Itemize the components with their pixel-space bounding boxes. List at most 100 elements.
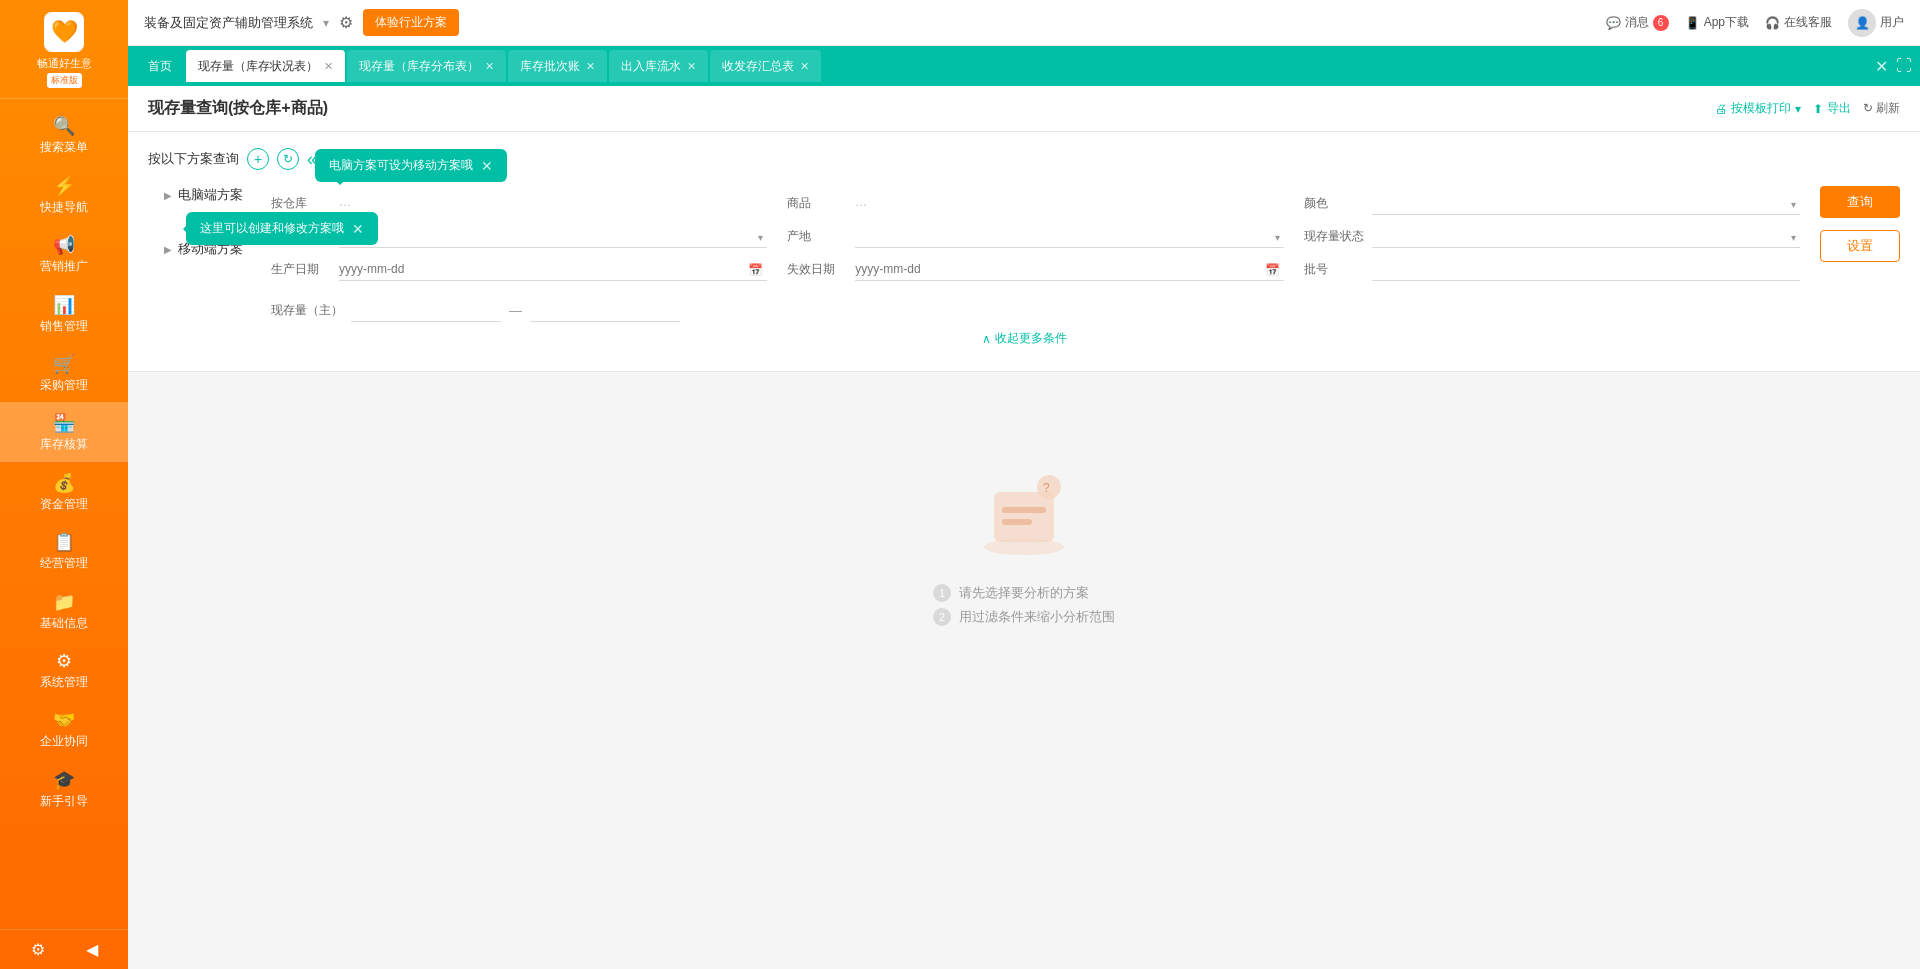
- tab-close-all-btn[interactable]: ✕: [1875, 57, 1888, 76]
- print-icon: 🖨: [1715, 102, 1727, 116]
- enterprise-icon: 🤝: [53, 709, 75, 731]
- warehouse-dots[interactable]: ···: [339, 196, 351, 212]
- tab-in-out-flow-close[interactable]: ✕: [687, 60, 696, 73]
- tab-batch-account-close[interactable]: ✕: [586, 60, 595, 73]
- logo-badge: 标准版: [47, 73, 82, 88]
- search-btn[interactable]: 查询: [1820, 186, 1900, 218]
- sidebar-item-enterprise[interactable]: 🤝 企业协同: [0, 699, 128, 758]
- exp-date-label: 失效日期: [787, 261, 847, 278]
- setup-btn[interactable]: 设置: [1820, 230, 1900, 262]
- collapse-label: 收起更多条件: [995, 330, 1067, 347]
- main-area: 装备及固定资产辅助管理系统 ▾ ⚙ 体验行业方案 💬 消息 6 📱 App下载 …: [128, 0, 1920, 969]
- app-download-icon: 📱: [1685, 16, 1700, 30]
- app-download-action[interactable]: 📱 App下载: [1685, 14, 1749, 31]
- tab-recv-send[interactable]: 收发存汇总表 ✕: [710, 50, 821, 82]
- collapse-bar[interactable]: ∧ 收起更多条件: [148, 322, 1900, 355]
- online-service-icon: 🎧: [1765, 16, 1780, 30]
- sidebar-footer: ⚙ ◀: [0, 929, 128, 969]
- step-1-text: 请先选择要分析的方案: [959, 584, 1089, 602]
- exp-date-input[interactable]: [855, 258, 1283, 281]
- filter-row-goods: 商品 ···: [787, 192, 1283, 215]
- content-area: 现存量查询(按仓库+商品) 🖨 按模板打印 ▾ ⬆ 导出 ↻ 刷新: [128, 86, 1920, 969]
- stock-status-select-wrapper: ▾: [1372, 225, 1800, 248]
- svg-rect-2: [1002, 507, 1046, 513]
- sidebar-item-system[interactable]: ⚙ 系统管理: [0, 640, 128, 699]
- filter-row-origin: 产地 ▾: [787, 225, 1283, 248]
- stock-main-max-input[interactable]: [530, 299, 680, 322]
- tooltip-pc-close[interactable]: ✕: [481, 158, 493, 174]
- size-select-wrapper: ▾: [339, 225, 767, 248]
- tab-batch-account[interactable]: 库存批次账 ✕: [508, 50, 607, 82]
- tooltip-create-close[interactable]: ✕: [352, 221, 364, 237]
- message-action[interactable]: 💬 消息 6: [1606, 14, 1669, 31]
- tab-inventory-status[interactable]: 现存量（库存状况表） ✕: [186, 50, 345, 82]
- settings-icon[interactable]: ⚙: [339, 13, 353, 32]
- sidebar-item-operations[interactable]: 📋 经营管理: [0, 521, 128, 580]
- sidebar-item-quick-nav[interactable]: ⚡ 快捷导航: [0, 165, 128, 224]
- color-select-wrapper: ▾: [1372, 192, 1800, 215]
- quick-nav-icon: ⚡: [53, 175, 75, 197]
- sidebar-item-basic-info[interactable]: 📁 基础信息: [0, 581, 128, 640]
- goods-dots[interactable]: ···: [855, 196, 867, 212]
- sidebar-item-finance[interactable]: 💰 资金管理: [0, 462, 128, 521]
- tab-inventory-dist-close[interactable]: ✕: [485, 60, 494, 73]
- user-action[interactable]: 👤 用户: [1848, 9, 1904, 37]
- empty-step-1: 1 请先选择要分析的方案: [933, 584, 1115, 602]
- message-icon: 💬: [1606, 16, 1621, 30]
- mfg-date-wrapper: 📅: [339, 258, 767, 281]
- sidebar-item-purchase[interactable]: 🛒 采购管理: [0, 343, 128, 402]
- tab-bar-right: ✕ ⛶: [1875, 57, 1912, 76]
- stock-status-label: 现存量状态: [1304, 228, 1364, 245]
- tab-inventory-status-label: 现存量（库存状况表）: [198, 58, 318, 75]
- sidebar-item-guide[interactable]: 🎓 新手引导: [0, 759, 128, 818]
- tab-maximize-btn[interactable]: ⛶: [1896, 57, 1912, 75]
- step-2-text: 用过滤条件来缩小分析范围: [959, 608, 1115, 626]
- online-service-action[interactable]: 🎧 在线客服: [1765, 14, 1832, 31]
- tab-batch-account-label: 库存批次账: [520, 58, 580, 75]
- guide-icon: 🎓: [53, 769, 75, 791]
- sidebar: 🧡 畅通好生意 标准版 🔍 搜索菜单 ⚡ 快捷导航 📢 营销推广 📊 销售管理 …: [0, 0, 128, 969]
- filter-grid: 按仓库 ··· 商品 ··· 颜色 ▾: [271, 192, 1800, 322]
- filter-refresh-btn[interactable]: ↻: [277, 148, 299, 170]
- sidebar-item-search[interactable]: 🔍 搜索菜单: [0, 105, 128, 164]
- tab-bar: 首页 现存量（库存状况表） ✕ 现存量（库存分布表） ✕ 库存批次账 ✕ 出入库…: [128, 46, 1920, 86]
- mfg-date-input[interactable]: [339, 258, 767, 281]
- footer-settings-btn[interactable]: ⚙: [31, 940, 45, 959]
- header-right: 💬 消息 6 📱 App下载 🎧 在线客服 👤 用户: [1606, 9, 1904, 37]
- user-name: 用户: [1880, 14, 1904, 31]
- footer-collapse-btn[interactable]: ◀: [86, 940, 98, 959]
- exp-date-wrapper: 📅: [855, 258, 1283, 281]
- tab-recv-send-close[interactable]: ✕: [800, 60, 809, 73]
- tab-in-out-flow[interactable]: 出入库流水 ✕: [609, 50, 708, 82]
- tab-inventory-dist[interactable]: 现存量（库存分布表） ✕: [347, 50, 506, 82]
- refresh-icon: ↻: [1863, 101, 1873, 115]
- svg-rect-1: [994, 492, 1054, 542]
- color-select[interactable]: [1372, 192, 1800, 215]
- stock-status-select[interactable]: [1372, 225, 1800, 248]
- stock-main-label: 现存量（主）: [271, 302, 343, 319]
- filter-row-stock-main: 现存量（主） —: [271, 299, 1800, 322]
- system-dropdown-icon[interactable]: ▾: [323, 16, 329, 30]
- refresh-btn[interactable]: ↻ 刷新: [1863, 100, 1900, 117]
- tab-inventory-dist-label: 现存量（库存分布表）: [359, 58, 479, 75]
- filter-row-mfg-date: 生产日期 📅: [271, 258, 767, 281]
- print-dropdown-icon: ▾: [1795, 102, 1801, 116]
- scheme-item-pc[interactable]: ▶ 电脑端方案: [156, 182, 251, 208]
- origin-select[interactable]: [855, 225, 1283, 248]
- sidebar-item-marketing[interactable]: 📢 营销推广: [0, 224, 128, 283]
- sidebar-item-sales[interactable]: 📊 销售管理: [0, 284, 128, 343]
- batch-input[interactable]: [1372, 258, 1800, 281]
- sidebar-item-inventory[interactable]: 🏪 库存核算: [0, 402, 128, 461]
- exp-date-calendar-icon[interactable]: 📅: [1265, 263, 1280, 277]
- mfg-date-calendar-icon[interactable]: 📅: [748, 263, 763, 277]
- print-btn[interactable]: 🖨 按模板打印 ▾: [1715, 100, 1801, 117]
- filter-add-btn[interactable]: +: [247, 148, 269, 170]
- tab-inventory-status-close[interactable]: ✕: [324, 60, 333, 73]
- size-select[interactable]: [339, 225, 767, 248]
- stock-main-min-input[interactable]: [351, 299, 501, 322]
- industry-btn[interactable]: 体验行业方案: [363, 9, 459, 36]
- filter-panel: 按以下方案查询 + ↻ « 电脑方案可设为移动方案哦 ✕ ▶ 电脑端方案: [128, 132, 1920, 372]
- tab-home[interactable]: 首页: [136, 52, 184, 81]
- tab-recv-send-label: 收发存汇总表: [722, 58, 794, 75]
- export-btn[interactable]: ⬆ 导出: [1813, 100, 1851, 117]
